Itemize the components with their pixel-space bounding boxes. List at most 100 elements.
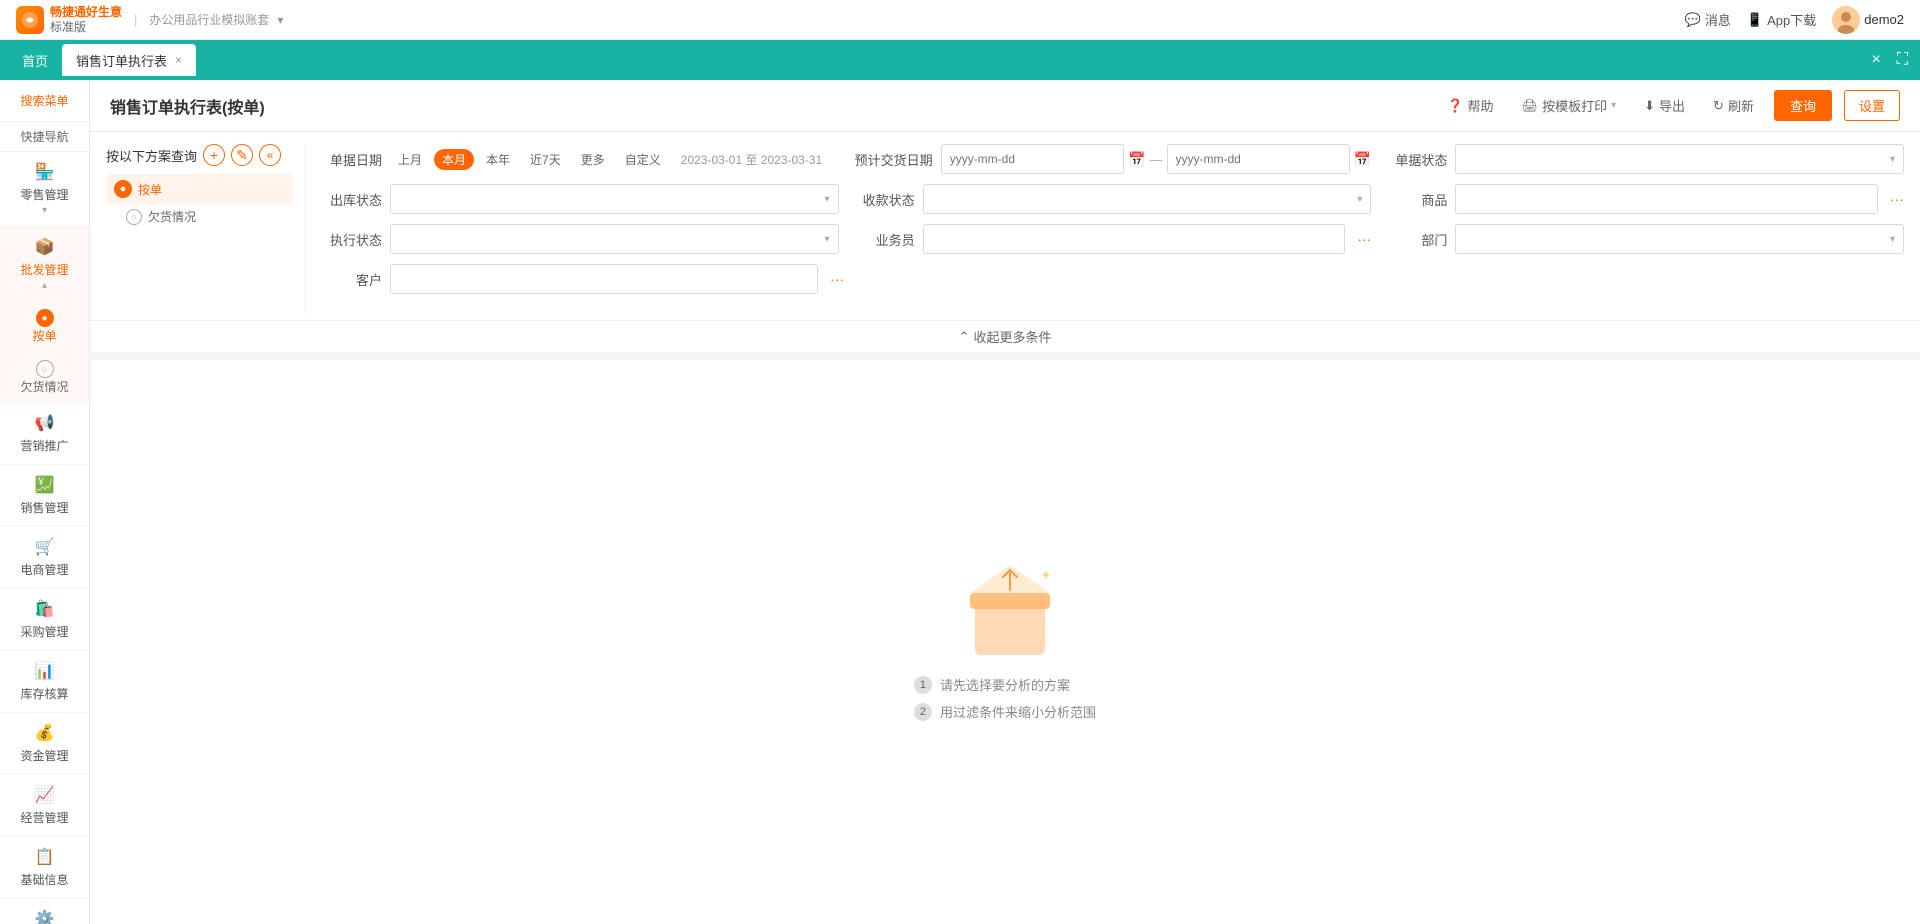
empty-illustration: ✦ bbox=[955, 555, 1055, 655]
collapse-scheme-button[interactable]: « bbox=[259, 144, 281, 166]
recv-status-select[interactable]: ▾ bbox=[923, 184, 1372, 214]
export-button[interactable]: ⬇ 导出 bbox=[1636, 92, 1693, 119]
salesperson-label: 业务员 bbox=[855, 230, 915, 249]
sidebar-item-finance[interactable]: 💰 资金管理 bbox=[0, 713, 89, 775]
step-1-num: 1 bbox=[914, 676, 932, 694]
filter-scheme-panel: 按以下方案查询 + ✎ « ● 按单 ○ bbox=[106, 144, 306, 316]
filter-field-expected-date: 预计交货日期 📅 — 📅 bbox=[855, 144, 1372, 174]
retail-icon: 🏪 bbox=[35, 162, 55, 182]
customer-label: 客户 bbox=[322, 270, 382, 289]
window-close-button[interactable]: × bbox=[1867, 49, 1884, 71]
sidebar-search-section: 搜索菜单 bbox=[0, 80, 89, 122]
filter-field-order-status: 单据状态 ▾ bbox=[1387, 144, 1904, 174]
sidebar-item-sales[interactable]: 💹 销售管理 bbox=[0, 465, 89, 527]
date-from-calendar-icon[interactable]: 📅 bbox=[1128, 151, 1145, 168]
collapse-conditions-button[interactable]: ⌃ 收起更多条件 bbox=[90, 320, 1920, 352]
breadcrumb[interactable]: 办公用品行业模拟账套 bbox=[149, 11, 269, 28]
retail-arrow-icon: ▾ bbox=[42, 205, 47, 216]
filter-field-recv-status: 收款状态 ▾ bbox=[855, 184, 1372, 214]
expected-date-from-input[interactable] bbox=[941, 144, 1124, 174]
print-button[interactable]: 🖨 按模板打印 ▾ bbox=[1514, 92, 1625, 119]
order-status-label: 单据状态 bbox=[1387, 150, 1447, 169]
add-scheme-button[interactable]: + bbox=[203, 144, 225, 166]
avatar bbox=[1832, 6, 1860, 34]
scheme-sub-debt-icon: ○ bbox=[126, 209, 142, 225]
print-icon: 🖨 bbox=[1522, 98, 1539, 114]
msg-button[interactable]: 💬 消息 bbox=[1685, 10, 1731, 29]
sidebar-item-ecommerce[interactable]: 🛒 电商管理 bbox=[0, 527, 89, 589]
debt-sub-icon: ○ bbox=[36, 360, 54, 378]
date-pill-custom[interactable]: 自定义 bbox=[617, 149, 669, 170]
customer-input[interactable] bbox=[390, 264, 818, 294]
filter-row-4: 客户 ··· bbox=[322, 264, 1904, 294]
date-pill-thismonth[interactable]: 本月 bbox=[434, 149, 474, 170]
scheme-item-order[interactable]: ● 按单 bbox=[106, 174, 293, 204]
sidebar-item-system[interactable]: ⚙️ 系统管理 bbox=[0, 899, 89, 924]
breadcrumb-arrow-icon[interactable]: ▾ bbox=[277, 13, 283, 27]
sidebar-item-ops[interactable]: 📈 经营管理 bbox=[0, 775, 89, 837]
tab-active[interactable]: 销售订单执行表 × bbox=[62, 44, 196, 76]
sidebar-item-retail[interactable]: 🏪 零售管理 ▾ bbox=[0, 152, 89, 227]
settings-button[interactable]: 设置 bbox=[1844, 90, 1900, 121]
refresh-icon: ↻ bbox=[1713, 98, 1724, 114]
date-pill-more[interactable]: 更多 bbox=[573, 149, 613, 170]
tab-home[interactable]: 首页 bbox=[8, 44, 62, 76]
sidebar: 搜索菜单 快捷导航 🏪 零售管理 ▾ 📦 批发管理 ▴ ● 按单 ○ 欠货情况 bbox=[0, 80, 90, 924]
sidebar-item-inventory[interactable]: 📊 库存核算 bbox=[0, 651, 89, 713]
tab-close-icon[interactable]: × bbox=[175, 53, 182, 67]
scheme-sub-item-debt[interactable]: ○ 欠货情况 bbox=[106, 204, 293, 229]
top-header: 畅捷通好生意 标准版 | 办公用品行业模拟账套 ▾ 💬 消息 📱 App下载 d bbox=[0, 0, 1920, 40]
edit-scheme-button[interactable]: ✎ bbox=[231, 144, 253, 166]
search-button[interactable]: 查询 bbox=[1774, 90, 1832, 121]
search-menu-button[interactable]: 搜索菜单 bbox=[8, 88, 81, 113]
sidebar-sub-item-debt[interactable]: ○ 欠货情况 bbox=[0, 352, 89, 403]
svg-text:✦: ✦ bbox=[1040, 567, 1052, 583]
salesperson-more-button[interactable]: ··· bbox=[1357, 231, 1371, 247]
date-to-calendar-icon[interactable]: 📅 bbox=[1354, 151, 1371, 168]
sidebar-item-purchase[interactable]: 🛍️ 采购管理 bbox=[0, 589, 89, 651]
filter-row-2: 出库状态 ▾ 收款状态 ▾ bbox=[322, 184, 1904, 214]
goods-more-button[interactable]: ··· bbox=[1890, 191, 1904, 207]
sidebar-item-marketing[interactable]: 📢 营销推广 bbox=[0, 403, 89, 465]
tab-bar-actions: × ⛶ bbox=[1867, 49, 1912, 71]
app-download-button[interactable]: 📱 App下载 bbox=[1747, 10, 1816, 29]
user-menu[interactable]: demo2 bbox=[1832, 6, 1904, 34]
quick-nav-button[interactable]: 快捷导航 bbox=[0, 122, 89, 152]
salesperson-input[interactable] bbox=[923, 224, 1346, 254]
wholesale-arrow-icon: ▴ bbox=[42, 280, 47, 291]
page-actions: ❓ 帮助 🖨 按模板打印 ▾ ⬇ 导出 ↻ 刷新 查询 bbox=[1439, 90, 1900, 121]
expected-date-to-input[interactable] bbox=[1167, 144, 1350, 174]
exec-status-select[interactable]: ▾ bbox=[390, 224, 839, 254]
date-pill-lastmonth[interactable]: 上月 bbox=[390, 149, 430, 170]
export-icon: ⬇ bbox=[1644, 98, 1655, 114]
filter-field-salesperson: 业务员 ··· bbox=[855, 224, 1372, 254]
filter-row-3: 执行状态 ▾ 业务员 ··· 部门 bbox=[322, 224, 1904, 254]
print-arrow-icon: ▾ bbox=[1611, 100, 1616, 111]
inventory-icon: 📊 bbox=[35, 661, 55, 681]
marketing-icon: 📢 bbox=[35, 413, 55, 433]
customer-more-button[interactable]: ··· bbox=[830, 271, 844, 287]
sidebar-item-wholesale[interactable]: 📦 批发管理 ▴ bbox=[0, 227, 89, 301]
sales-icon: 💹 bbox=[35, 475, 55, 495]
help-button[interactable]: ❓ 帮助 bbox=[1439, 92, 1501, 119]
filter-row-1: 单据日期 上月 本月 本年 近7天 更多 自定义 2023-03-01 至 20… bbox=[322, 144, 1904, 174]
window-max-button[interactable]: ⛶ bbox=[1893, 49, 1912, 71]
sidebar-item-basic[interactable]: 📋 基础信息 bbox=[0, 837, 89, 899]
sidebar-sub-item-order[interactable]: ● 按单 bbox=[0, 301, 89, 352]
goods-input[interactable] bbox=[1455, 184, 1878, 214]
dept-label: 部门 bbox=[1387, 230, 1447, 249]
out-status-select[interactable]: ▾ bbox=[390, 184, 839, 214]
date-pills: 上月 本月 本年 近7天 更多 自定义 bbox=[390, 149, 669, 170]
order-status-select[interactable]: ▾ bbox=[1455, 144, 1904, 174]
step-2-num: 2 bbox=[914, 703, 932, 721]
date-pill-7days[interactable]: 近7天 bbox=[522, 149, 569, 170]
finance-icon: 💰 bbox=[35, 723, 55, 743]
scheme-item-order-icon: ● bbox=[114, 180, 132, 198]
dept-select[interactable]: ▾ bbox=[1455, 224, 1904, 254]
refresh-button[interactable]: ↻ 刷新 bbox=[1705, 92, 1762, 119]
date-label: 单据日期 bbox=[322, 150, 382, 169]
date-pill-thisyear[interactable]: 本年 bbox=[478, 149, 518, 170]
empty-step-2: 2 用过滤条件来缩小分析范围 bbox=[914, 702, 1096, 721]
system-icon: ⚙️ bbox=[35, 909, 55, 924]
filter-panel: 按以下方案查询 + ✎ « ● 按单 ○ bbox=[90, 132, 1920, 352]
